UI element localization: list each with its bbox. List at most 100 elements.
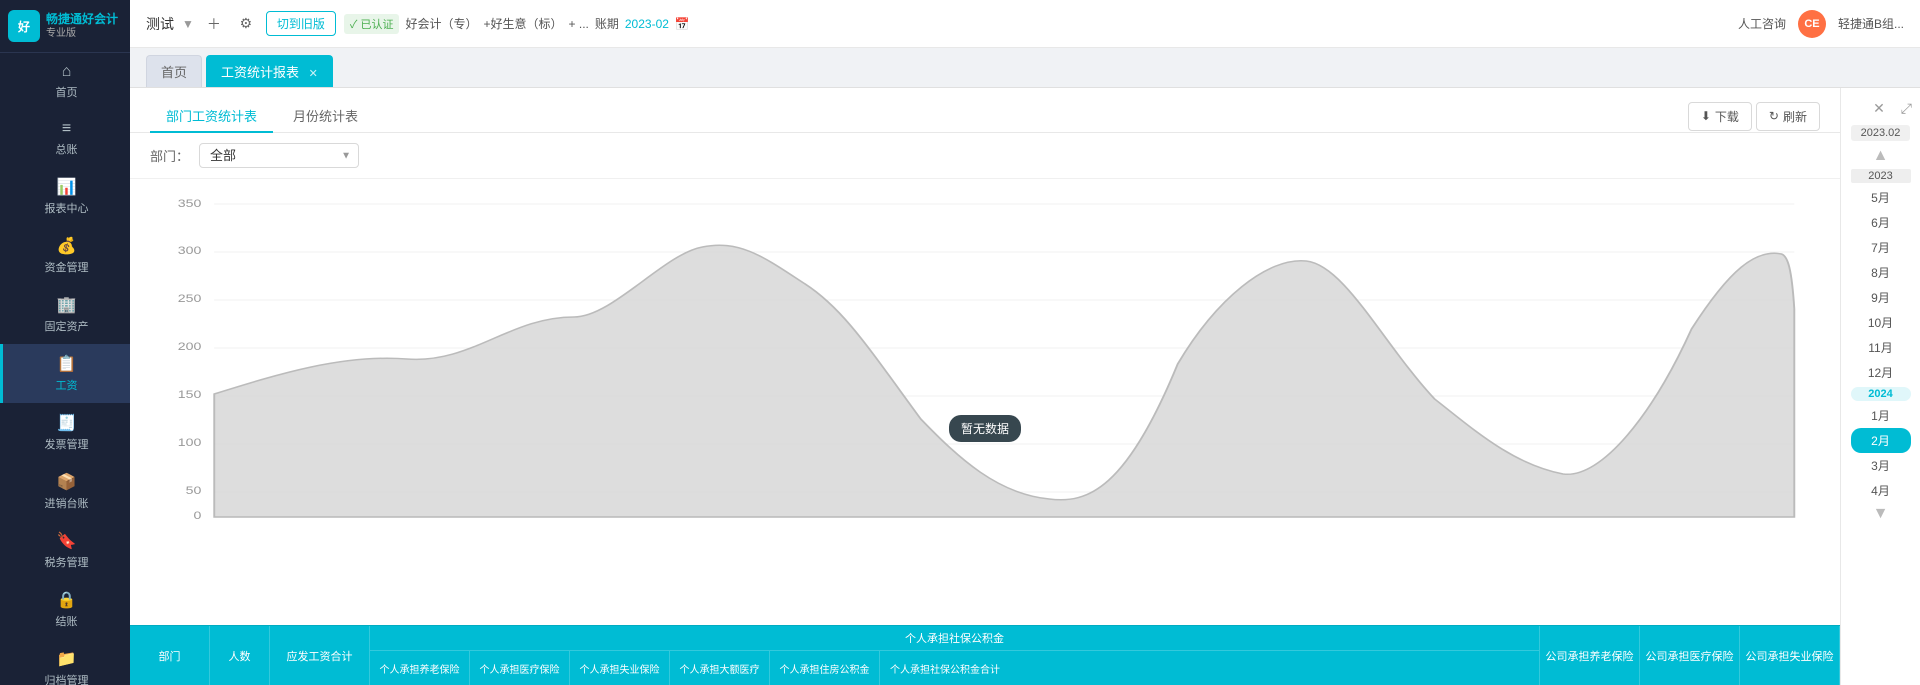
month-item-2023-8月[interactable]: 8月 <box>1851 260 1911 285</box>
assets-label: 固定资产 <box>45 318 89 334</box>
sales-icon: 📦 <box>57 472 77 492</box>
product-more: + ... <box>569 17 589 31</box>
month-item-2023-11月[interactable]: 11月 <box>1851 335 1911 360</box>
tab-home-label: 首页 <box>161 65 187 80</box>
col-pension-personal: 个人承担养老保险 <box>370 651 470 685</box>
period-label: 账期 <box>595 15 619 32</box>
sub-tab-dept-label: 部门工资统计表 <box>166 109 257 124</box>
col-medical-company: 公司承担医疗保险 <box>1640 626 1740 685</box>
table-col-group-personal: 个人承担社保公积金 个人承担养老保险 个人承担医疗保险 个人承担失业保险 个人承… <box>370 626 1540 685</box>
right-panel: ✕ ⤢ 2023.02 ▲ 2023 5月6月7月8月9月10月11月12月 2… <box>1840 88 1920 685</box>
month-item-2023-7月[interactable]: 7月 <box>1851 235 1911 260</box>
reports-icon: 📊 <box>57 177 77 197</box>
sidebar-item-funds[interactable]: 💰 资金管理 <box>0 226 130 285</box>
add-button[interactable]: ＋ <box>202 12 226 36</box>
sidebar-item-sales[interactable]: 📦 进销台账 <box>0 462 130 521</box>
right-panel-expand-button[interactable]: ⤢ <box>1893 96 1920 121</box>
sidebar-item-invoice[interactable]: 🧾 发票管理 <box>0 403 130 462</box>
sidebar-item-assets[interactable]: 🏢 固定资产 <box>0 285 130 344</box>
invoice-icon: 🧾 <box>57 413 77 433</box>
content-main: 部门工资统计表 月份统计表 ⬇ 下载 ↻ 刷新 部门： <box>130 88 1840 685</box>
sidebar-logo: 好 畅捷通好会计 专业版 <box>0 0 130 53</box>
svg-text:0: 0 <box>194 509 202 521</box>
tab-salary-report-label: 工资统计报表 <box>221 65 299 80</box>
dept-select[interactable]: 全部 财务部 销售部 管理部 <box>199 143 359 168</box>
tabbar: 首页 工资统计报表 ✕ <box>130 48 1920 88</box>
sidebar-item-ledger[interactable]: ≡ 总账 <box>0 110 130 167</box>
svg-text:250: 250 <box>178 292 202 304</box>
month-item-2024-4月[interactable]: 4月 <box>1851 478 1911 503</box>
funds-label: 资金管理 <box>45 259 89 275</box>
month-item-2023-10月[interactable]: 10月 <box>1851 310 1911 335</box>
year-2024-section: 2024 1月2月3月4月 <box>1841 385 1920 503</box>
home-icon: ⌂ <box>62 63 72 81</box>
salary-icon: 📋 <box>57 354 77 374</box>
auth-status: ✓ 已认证 <box>344 14 400 34</box>
month-item-2023-5月[interactable]: 5月 <box>1851 185 1911 210</box>
consult-btn[interactable]: 人工咨询 <box>1738 15 1786 32</box>
topbar: 测试 ▼ ＋ ⚙ 切到旧版 ✓ 已认证 好会计（专） +好生意（标） + ...… <box>130 0 1920 48</box>
months-2024: 1月2月3月4月 <box>1851 403 1911 503</box>
period-value: 2023-02 <box>625 17 669 31</box>
month-nav-down[interactable]: ▼ <box>1867 503 1895 525</box>
calendar-icon[interactable]: 📅 <box>675 17 690 31</box>
col-total-personal: 个人承担社保公积金合计 <box>880 651 1010 685</box>
sub-tab-month-label: 月份统计表 <box>293 109 358 124</box>
tab-home[interactable]: 首页 <box>146 55 202 87</box>
switch-version-button[interactable]: 切到旧版 <box>266 11 336 36</box>
chart-svg: 350 300 250 200 150 100 50 0 <box>150 189 1820 529</box>
month-item-2023-9月[interactable]: 9月 <box>1851 285 1911 310</box>
current-period-display: 2023.02 <box>1851 125 1911 141</box>
download-label: 下载 <box>1715 108 1739 125</box>
year-2023-label: 2023 <box>1851 169 1911 183</box>
refresh-icon: ↻ <box>1769 109 1779 123</box>
month-nav-up[interactable]: ▲ <box>1867 145 1895 167</box>
group-subs-personal: 个人承担养老保险 个人承担医疗保险 个人承担失业保险 个人承担大额医疗 个人承担… <box>370 651 1539 685</box>
table-col-count: 人数 <box>210 626 270 685</box>
sidebar-item-home[interactable]: ⌂ 首页 <box>0 53 130 110</box>
content-toolbar: 部门： 全部 财务部 销售部 管理部 <box>130 133 1840 179</box>
sidebar-item-salary[interactable]: 📋 工资 <box>0 344 130 403</box>
month-item-2023-12月[interactable]: 12月 <box>1851 360 1911 385</box>
chart-tooltip: 暂无数据 <box>949 415 1021 442</box>
topbar-user: 人工咨询 CE 轻捷通B组... <box>1738 10 1904 38</box>
month-item-2024-2月[interactable]: 2月 <box>1851 428 1911 453</box>
table-col-dept: 部门 <box>130 626 210 685</box>
salary-label: 工资 <box>56 377 78 393</box>
table-header: 部门 人数 应发工资合计 个人承担社保公积金 个人承担养老保险 个人承担医疗保险… <box>130 625 1840 685</box>
month-item-2023-6月[interactable]: 6月 <box>1851 210 1911 235</box>
sidebar-item-reports[interactable]: 📊 报表中心 <box>0 167 130 226</box>
right-panel-top: ✕ ⤢ <box>1841 96 1920 121</box>
product-label: 好会计（专） <box>405 15 477 32</box>
svg-text:150: 150 <box>178 388 202 400</box>
col-medical-personal: 个人承担医疗保险 <box>470 651 570 685</box>
group-header-personal: 个人承担社保公积金 <box>370 626 1539 651</box>
col-unemployment-company: 公司承担失业保险 <box>1740 626 1840 685</box>
sub-tab-month[interactable]: 月份统计表 <box>277 100 374 133</box>
archive-icon: 📁 <box>57 649 77 669</box>
assets-icon: 🏢 <box>57 295 77 315</box>
download-icon: ⬇ <box>1701 109 1711 123</box>
tab-salary-report[interactable]: 工资统计报表 ✕ <box>206 55 333 87</box>
tooltip-text: 暂无数据 <box>961 422 1009 436</box>
settings-button[interactable]: ⚙ <box>234 12 258 36</box>
company-dropdown-icon[interactable]: ▼ <box>182 17 194 31</box>
sidebar-item-tax[interactable]: 🔖 税务管理 <box>0 521 130 580</box>
col-pension-company: 公司承担养老保险 <box>1540 626 1640 685</box>
sidebar-item-archive[interactable]: 📁 归档管理 <box>0 639 130 685</box>
month-item-2024-3月[interactable]: 3月 <box>1851 453 1911 478</box>
sub-tabs: 部门工资统计表 月份统计表 ⬇ 下载 ↻ 刷新 <box>130 88 1840 133</box>
ledger-icon: ≡ <box>62 120 71 138</box>
refresh-button[interactable]: ↻ 刷新 <box>1756 102 1820 131</box>
download-button[interactable]: ⬇ 下载 <box>1688 102 1752 131</box>
sidebar-item-closing[interactable]: 🔒 结账 <box>0 580 130 639</box>
content-area: 部门工资统计表 月份统计表 ⬇ 下载 ↻ 刷新 部门： <box>130 88 1920 685</box>
sidebar-nav: ⌂ 首页 ≡ 总账 📊 报表中心 💰 资金管理 🏢 固定资产 📋 工资 🧾 发票… <box>0 53 130 685</box>
tab-close-icon[interactable]: ✕ <box>309 68 318 80</box>
svg-text:100: 100 <box>178 436 202 448</box>
sub-tab-dept[interactable]: 部门工资统计表 <box>150 100 273 133</box>
month-item-2024-1月[interactable]: 1月 <box>1851 403 1911 428</box>
product-extra: +好生意（标） <box>484 15 563 32</box>
right-panel-close-button[interactable]: ✕ <box>1865 96 1893 121</box>
months-2023: 5月6月7月8月9月10月11月12月 <box>1851 185 1911 385</box>
